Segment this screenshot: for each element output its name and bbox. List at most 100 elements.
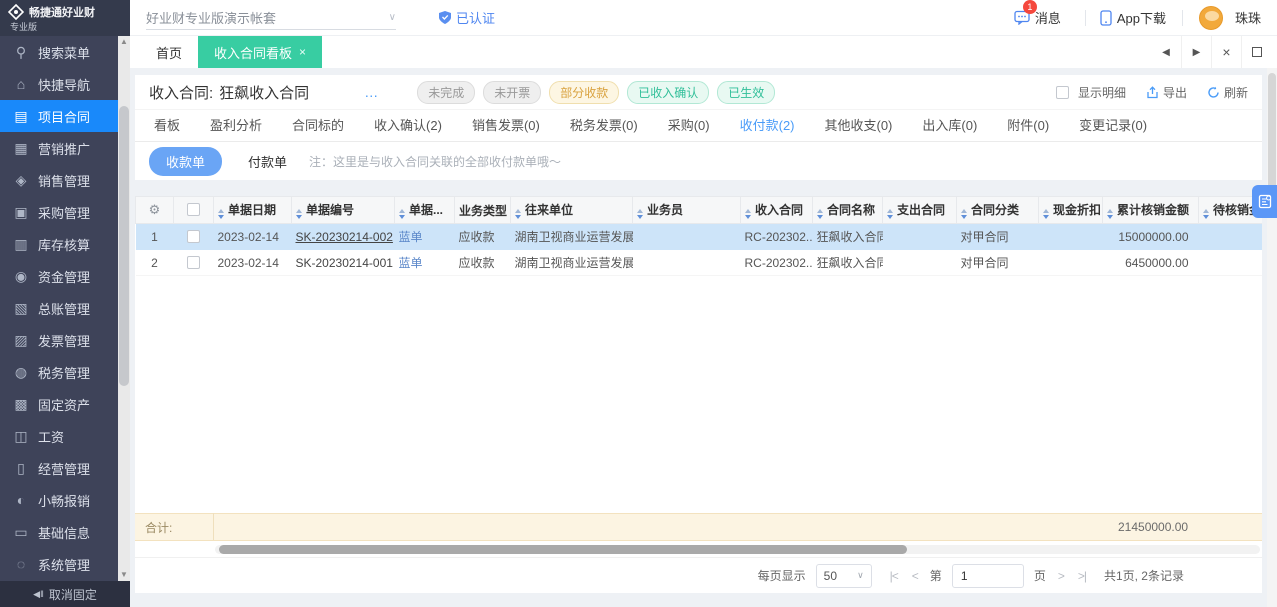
- sidebar-menu-item[interactable]: ◐ 小畅报销: [0, 484, 130, 516]
- receipt-docs-button[interactable]: 收款单: [149, 146, 223, 176]
- sidebar-menu-item[interactable]: ◫ 工资: [0, 420, 130, 452]
- export-icon: [1147, 85, 1158, 98]
- col-contract-class[interactable]: 合同分类: [971, 203, 1019, 217]
- prev-page-icon[interactable]: <: [910, 569, 920, 583]
- contract-tab[interactable]: 附件(0): [992, 110, 1064, 142]
- side-note-panel-toggle[interactable]: [1252, 185, 1277, 218]
- sort-icon[interactable]: [887, 209, 893, 219]
- per-page-select[interactable]: 50 ∨: [815, 563, 872, 588]
- sidebar-menu-item[interactable]: ▧ 总账管理: [0, 292, 130, 324]
- refresh-button[interactable]: 刷新: [1207, 84, 1248, 101]
- col-salesman[interactable]: 业务员: [647, 203, 683, 217]
- sidebar-item-icon: ▯: [17, 459, 25, 476]
- contract-tab[interactable]: 变更记录(0): [1064, 110, 1162, 142]
- col-doc-date[interactable]: 单据日期: [228, 203, 276, 217]
- sort-icon[interactable]: [745, 209, 751, 219]
- tab-income-contract-board[interactable]: 收入合同看板 ×: [198, 36, 323, 68]
- vertical-scrollbar[interactable]: [1267, 68, 1277, 607]
- contract-tab[interactable]: 盈利分析: [195, 110, 277, 142]
- scroll-up-icon[interactable]: ▲: [118, 36, 130, 48]
- sidebar-menu-item[interactable]: ◉ 资金管理: [0, 260, 130, 292]
- contract-tab[interactable]: 收入确认(2): [359, 110, 457, 142]
- col-partner[interactable]: 往来单位: [525, 203, 573, 217]
- checkbox-icon[interactable]: [1055, 85, 1069, 99]
- col-income-contract[interactable]: 收入合同: [755, 203, 803, 217]
- doc-no-link[interactable]: SK-20230214-002: [296, 230, 393, 244]
- tab-home[interactable]: 首页: [140, 36, 198, 68]
- sort-icon[interactable]: [515, 209, 521, 219]
- sort-icon[interactable]: [218, 209, 224, 219]
- contract-tab[interactable]: 税务发票(0): [555, 110, 653, 142]
- messages-button[interactable]: 消息 1: [1014, 0, 1061, 27]
- sidebar-menu-item[interactable]: ▭ 基础信息: [0, 516, 130, 548]
- sidebar-menu-item[interactable]: ▥ 库存核算: [0, 228, 130, 260]
- col-doc-no[interactable]: 单据编号: [306, 203, 354, 217]
- sidebar-scroll-thumb[interactable]: [119, 106, 129, 386]
- sidebar-menu-item[interactable]: ▣ 采购管理: [0, 196, 130, 228]
- account-selector[interactable]: 好业财专业版演示帐套 ∨: [146, 6, 396, 30]
- contract-tab[interactable]: 出入库(0): [907, 110, 992, 142]
- payment-docs-button[interactable]: 付款单: [248, 152, 287, 171]
- total-settled-amount: 21450000.00: [1102, 513, 1199, 541]
- col-doc-mark[interactable]: 单据...: [409, 203, 443, 217]
- scroll-down-icon[interactable]: ▼: [118, 569, 130, 581]
- sort-icon[interactable]: [1043, 209, 1049, 219]
- contract-tab[interactable]: 合同标的: [277, 110, 359, 142]
- last-page-icon[interactable]: >|: [1076, 569, 1088, 583]
- contract-tab[interactable]: 销售发票(0): [457, 110, 555, 142]
- row-index: 1: [135, 223, 174, 250]
- column-settings-gear-icon[interactable]: ⚙: [149, 202, 161, 217]
- sidebar-menu-item[interactable]: ▯ 经营管理: [0, 452, 130, 484]
- sidebar-menu-item[interactable]: ▤ 项目合同: [0, 100, 130, 132]
- col-biz-type[interactable]: 业务类型: [459, 204, 507, 218]
- col-cash-discount[interactable]: 现金折扣: [1053, 203, 1101, 217]
- vscroll-thumb[interactable]: [1268, 73, 1276, 203]
- sidebar-menu-item[interactable]: ⚲ 搜索菜单: [0, 36, 130, 68]
- sort-icon[interactable]: [637, 209, 643, 219]
- sort-icon[interactable]: [296, 209, 302, 219]
- sidebar-menu-item[interactable]: ◍ 税务管理: [0, 356, 130, 388]
- first-page-icon[interactable]: |<: [888, 569, 900, 583]
- col-settled-amount[interactable]: 累计核销金额: [1117, 203, 1189, 217]
- sort-icon[interactable]: [1203, 209, 1209, 219]
- select-all-checkbox[interactable]: [187, 203, 200, 216]
- show-detail-checkbox[interactable]: 显示明细: [1055, 84, 1126, 101]
- sidebar-menu-item[interactable]: ▩ 固定资产: [0, 388, 130, 420]
- sidebar-menu-item[interactable]: ▦ 营销推广: [0, 132, 130, 164]
- row-checkbox[interactable]: [187, 229, 200, 243]
- verified-badge[interactable]: 已认证: [438, 8, 495, 27]
- col-contract-name[interactable]: 合同名称: [827, 203, 875, 217]
- user-menu[interactable]: 珠珠: [1198, 5, 1261, 30]
- sidebar-menu-item[interactable]: ▨ 发票管理: [0, 324, 130, 356]
- contract-tab[interactable]: 看板: [139, 110, 195, 142]
- sidebar-menu-item[interactable]: ◌ 系统管理: [0, 548, 130, 580]
- contract-tab[interactable]: 收付款(2): [725, 110, 810, 142]
- contract-tab[interactable]: 其他收支(0): [810, 110, 908, 142]
- export-button[interactable]: 导出: [1146, 84, 1187, 101]
- hscroll-thumb[interactable]: [219, 545, 907, 554]
- app-download-button[interactable]: App下载: [1100, 8, 1166, 27]
- next-page-icon[interactable]: >: [1056, 569, 1066, 583]
- sort-icon[interactable]: [961, 209, 967, 219]
- sort-icon[interactable]: [1107, 209, 1113, 219]
- unpin-sidebar-button[interactable]: ◀‖ 取消固定: [0, 581, 130, 607]
- fullscreen-icon[interactable]: [1241, 36, 1271, 68]
- sidebar-menu-item[interactable]: ⌂ 快捷导航: [0, 68, 130, 100]
- contract-tab[interactable]: 采购(0): [653, 110, 725, 142]
- table-row[interactable]: 1 2023-02-14 SK-20230214-002 蓝单 应收款 湖南卫视…: [135, 223, 1262, 250]
- close-all-tabs-icon[interactable]: ×: [1211, 36, 1241, 68]
- page-number-input[interactable]: [951, 563, 1024, 588]
- table-row[interactable]: 2 2023-02-14 SK-20230214-001 蓝单 应收款 湖南卫视…: [135, 249, 1262, 276]
- more-options-icon[interactable]: …: [364, 84, 379, 100]
- row-checkbox[interactable]: [187, 255, 200, 269]
- tab-scroll-right-icon[interactable]: ▶: [1181, 36, 1211, 68]
- col-expense-contract[interactable]: 支出合同: [897, 203, 945, 217]
- sort-icon[interactable]: [817, 209, 823, 219]
- sidebar-item-label: 搜索菜单: [38, 45, 91, 61]
- sidebar-menu-item[interactable]: ◈ 销售管理: [0, 164, 130, 196]
- doc-no-link[interactable]: SK-20230214-001: [296, 256, 393, 270]
- tab-scroll-left-icon[interactable]: ◀: [1151, 36, 1181, 68]
- tab-close-icon[interactable]: ×: [299, 45, 306, 59]
- sidebar-scrollbar[interactable]: ▲ ▼: [118, 36, 130, 581]
- sort-icon[interactable]: [399, 209, 405, 219]
